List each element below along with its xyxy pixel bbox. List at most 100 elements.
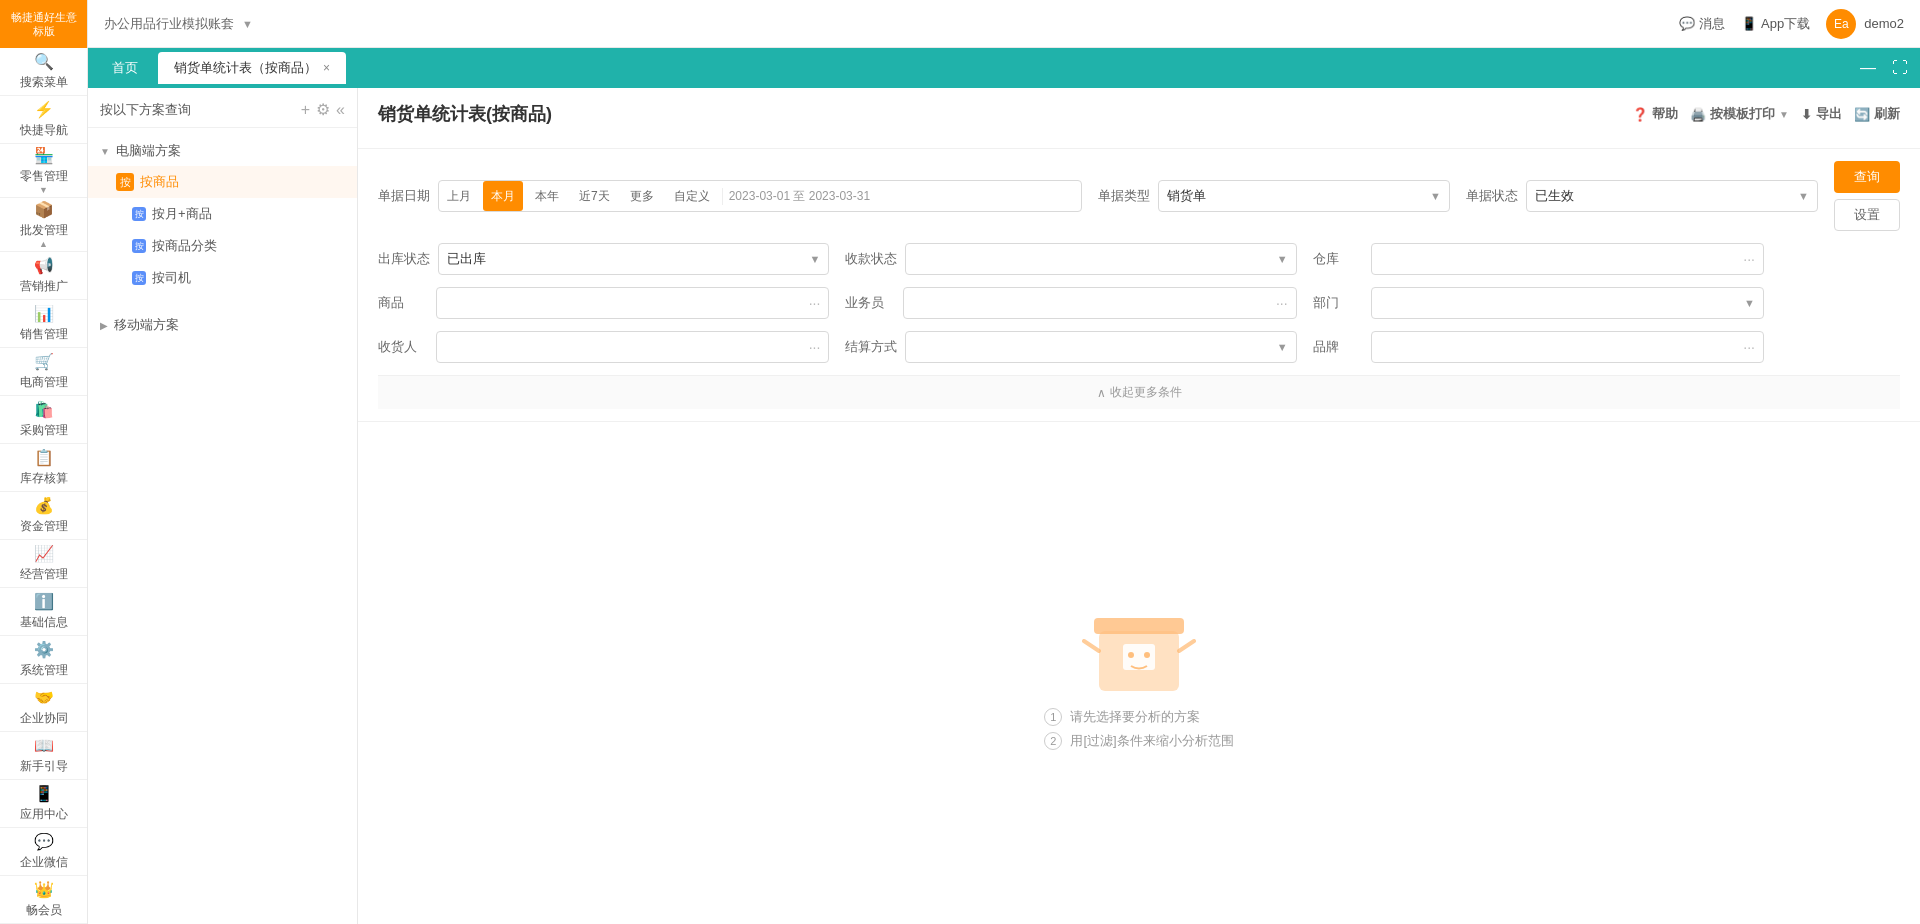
product-more-icon[interactable]: ··· bbox=[809, 295, 821, 311]
filter-outstatus-select[interactable]: 已出库 ▼ bbox=[438, 243, 829, 275]
app-download-btn[interactable]: 📱 App下载 bbox=[1741, 15, 1810, 33]
filter-row-2: 出库状态 已出库 ▼ 收款状态 ▼ 仓库 bbox=[378, 243, 1900, 275]
filter-dept-label: 部门 bbox=[1313, 294, 1363, 312]
filter-receiver-input[interactable]: ··· bbox=[436, 331, 829, 363]
filter-doctype-item: 单据类型 销货单 ▼ bbox=[1098, 180, 1450, 212]
sidebar-item-basic[interactable]: ℹ️ 基础信息 bbox=[0, 588, 87, 636]
sidebar-item-system[interactable]: ⚙️ 系统管理 bbox=[0, 636, 87, 684]
guide-icon: 📖 bbox=[34, 736, 54, 755]
date-btn-more[interactable]: 更多 bbox=[622, 181, 662, 211]
tab-home[interactable]: 首页 bbox=[96, 52, 154, 84]
filter-brand-item: 品牌 ··· bbox=[1313, 331, 1764, 363]
salesperson-more-icon[interactable]: ··· bbox=[1276, 295, 1288, 311]
date-btn-thisyear[interactable]: 本年 bbox=[527, 181, 567, 211]
sidebar-item-finance[interactable]: 💰 资金管理 bbox=[0, 492, 87, 540]
user-avatar-btn[interactable]: Ea demo2 bbox=[1826, 9, 1904, 39]
sidebar-item-purchase[interactable]: 🛍️ 采购管理 bbox=[0, 396, 87, 444]
sidebar-item-ecom[interactable]: 🛒 电商管理 bbox=[0, 348, 87, 396]
sidebar-item-wholesale[interactable]: 📦 批发管理 ▲ bbox=[0, 198, 87, 252]
filter-doctype-select[interactable]: 销货单 ▼ bbox=[1158, 180, 1450, 212]
date-btn-lastmonth[interactable]: 上月 bbox=[439, 181, 479, 211]
date-filter-bar[interactable]: 上月 本月 本年 近7天 更多 自定义 2023-03-01 至 2023-03… bbox=[438, 180, 1082, 212]
sidebar-item-weixin[interactable]: 💬 企业微信 bbox=[0, 828, 87, 876]
finance-icon: 💰 bbox=[34, 496, 54, 515]
filter-outstatus-value: 已出库 bbox=[447, 250, 486, 268]
query-button[interactable]: 查询 bbox=[1834, 161, 1900, 193]
brand-more-icon[interactable]: ··· bbox=[1743, 339, 1755, 355]
message-btn[interactable]: 💬 消息 bbox=[1679, 15, 1725, 33]
tree-item-by-product[interactable]: 按 按商品 bbox=[88, 166, 357, 198]
print-icon: 🖨️ bbox=[1690, 107, 1706, 122]
filter-settlement-select[interactable]: ▼ bbox=[905, 331, 1296, 363]
tree-item-by-month-product[interactable]: 按 按月+商品 bbox=[88, 198, 357, 230]
avatar: Ea bbox=[1826, 9, 1856, 39]
sidebar-item-sales[interactable]: 📊 销售管理 bbox=[0, 300, 87, 348]
tabs-bar: 首页 销货单统计表（按商品） × — ⛶ bbox=[88, 48, 1920, 88]
tab-close-icon[interactable]: × bbox=[323, 61, 330, 75]
filter-dept-select[interactable]: ▼ bbox=[1371, 287, 1764, 319]
help-btn[interactable]: ❓ 帮助 bbox=[1632, 105, 1678, 123]
refresh-btn[interactable]: 🔄 刷新 bbox=[1854, 105, 1900, 123]
search-icon: 🔍 bbox=[34, 52, 54, 71]
sidebar-item-retail[interactable]: 🏪 零售管理 ▼ bbox=[0, 144, 87, 198]
minimize-icon[interactable]: — bbox=[1856, 55, 1880, 81]
filter-salesperson-input[interactable]: ··· bbox=[903, 287, 1296, 319]
appcenter-icon: 📱 bbox=[34, 784, 54, 803]
mobile-scheme-toggle[interactable]: ▶ 移动端方案 bbox=[88, 310, 357, 340]
inventory-icon: 📋 bbox=[34, 448, 54, 467]
step-num-2: 2 bbox=[1044, 732, 1062, 750]
sidebar-item-member[interactable]: 👑 畅会员 bbox=[0, 876, 87, 924]
payment-chevron-icon: ▼ bbox=[1277, 253, 1288, 265]
date-btn-custom[interactable]: 自定义 bbox=[666, 181, 718, 211]
filter-product-input[interactable]: ··· bbox=[436, 287, 829, 319]
corp-icon: 🤝 bbox=[34, 688, 54, 707]
workspace-selector[interactable]: 办公用品行业模拟账套 ▼ bbox=[104, 15, 253, 33]
collapse-panel-btn[interactable]: « bbox=[336, 101, 345, 119]
filter-payment-item: 收款状态 ▼ bbox=[845, 243, 1296, 275]
filter-brand-input[interactable]: ··· bbox=[1371, 331, 1764, 363]
sidebar-item-quicknav[interactable]: ⚡ 快捷导航 bbox=[0, 96, 87, 144]
print-dropdown-icon: ▼ bbox=[1779, 109, 1789, 120]
sidebar-item-appcenter[interactable]: 📱 应用中心 bbox=[0, 780, 87, 828]
filter-outstatus-label: 出库状态 bbox=[378, 250, 430, 268]
tabs-window-controls: — ⛶ bbox=[1856, 55, 1912, 81]
add-scheme-btn[interactable]: + bbox=[301, 101, 310, 119]
download-icon: 📱 bbox=[1741, 16, 1757, 31]
sidebar-item-marketing[interactable]: 📢 营销推广 bbox=[0, 252, 87, 300]
filter-payment-select[interactable]: ▼ bbox=[905, 243, 1296, 275]
desktop-scheme-toggle[interactable]: ▼ 电脑端方案 bbox=[88, 136, 357, 166]
tab-sales-report[interactable]: 销货单统计表（按商品） × bbox=[158, 52, 346, 84]
empty-step-2-text: 用[过滤]条件来缩小分析范围 bbox=[1070, 732, 1233, 750]
receiver-more-icon[interactable]: ··· bbox=[809, 339, 821, 355]
marketing-icon: 📢 bbox=[34, 256, 54, 275]
date-btn-thismonth[interactable]: 本月 bbox=[483, 181, 523, 211]
settings-button[interactable]: 设置 bbox=[1834, 199, 1900, 231]
sidebar-item-operation[interactable]: 📈 经营管理 bbox=[0, 540, 87, 588]
sidebar-item-inventory[interactable]: 📋 库存核算 bbox=[0, 444, 87, 492]
svg-point-3 bbox=[1128, 652, 1134, 658]
by-month-product-label: 按月+商品 bbox=[152, 205, 212, 223]
print-btn[interactable]: 🖨️ 按模板打印 ▼ bbox=[1690, 105, 1789, 123]
refresh-icon: 🔄 bbox=[1854, 107, 1870, 122]
filter-warehouse-input[interactable]: ··· bbox=[1371, 243, 1764, 275]
maximize-icon[interactable]: ⛶ bbox=[1888, 55, 1912, 81]
empty-state: 1 请先选择要分析的方案 2 用[过滤]条件来缩小分析范围 bbox=[358, 422, 1920, 924]
tree-item-by-category[interactable]: 按 按商品分类 bbox=[88, 230, 357, 262]
filter-buttons: 查询 设置 bbox=[1834, 161, 1900, 231]
sidebar-item-corp[interactable]: 🤝 企业协同 bbox=[0, 684, 87, 732]
desktop-scheme-section: ▼ 电脑端方案 按 按商品 按 按月+商品 按 按商品分类 按 按司机 bbox=[88, 128, 357, 302]
export-btn[interactable]: ⬇ 导出 bbox=[1801, 105, 1842, 123]
retail-expand-icon: ▼ bbox=[39, 185, 48, 195]
collapse-bar[interactable]: ∧ 收起更多条件 bbox=[378, 375, 1900, 409]
sidebar-item-guide[interactable]: 📖 新手引导 bbox=[0, 732, 87, 780]
workspace-dropdown-icon: ▼ bbox=[242, 18, 253, 30]
svg-line-5 bbox=[1084, 641, 1099, 651]
purchase-icon: 🛍️ bbox=[34, 400, 54, 419]
sidebar-item-search[interactable]: 🔍 搜索菜单 bbox=[0, 48, 87, 96]
warehouse-more-icon[interactable]: ··· bbox=[1743, 251, 1755, 267]
filter-row-1: 单据日期 上月 本月 本年 近7天 更多 自定义 2023-03-01 至 20… bbox=[378, 161, 1900, 231]
filter-status-select[interactable]: 已生效 ▼ bbox=[1526, 180, 1818, 212]
settings-scheme-btn[interactable]: ⚙ bbox=[316, 100, 330, 119]
date-btn-7days[interactable]: 近7天 bbox=[571, 181, 618, 211]
tree-item-by-machine[interactable]: 按 按司机 bbox=[88, 262, 357, 294]
